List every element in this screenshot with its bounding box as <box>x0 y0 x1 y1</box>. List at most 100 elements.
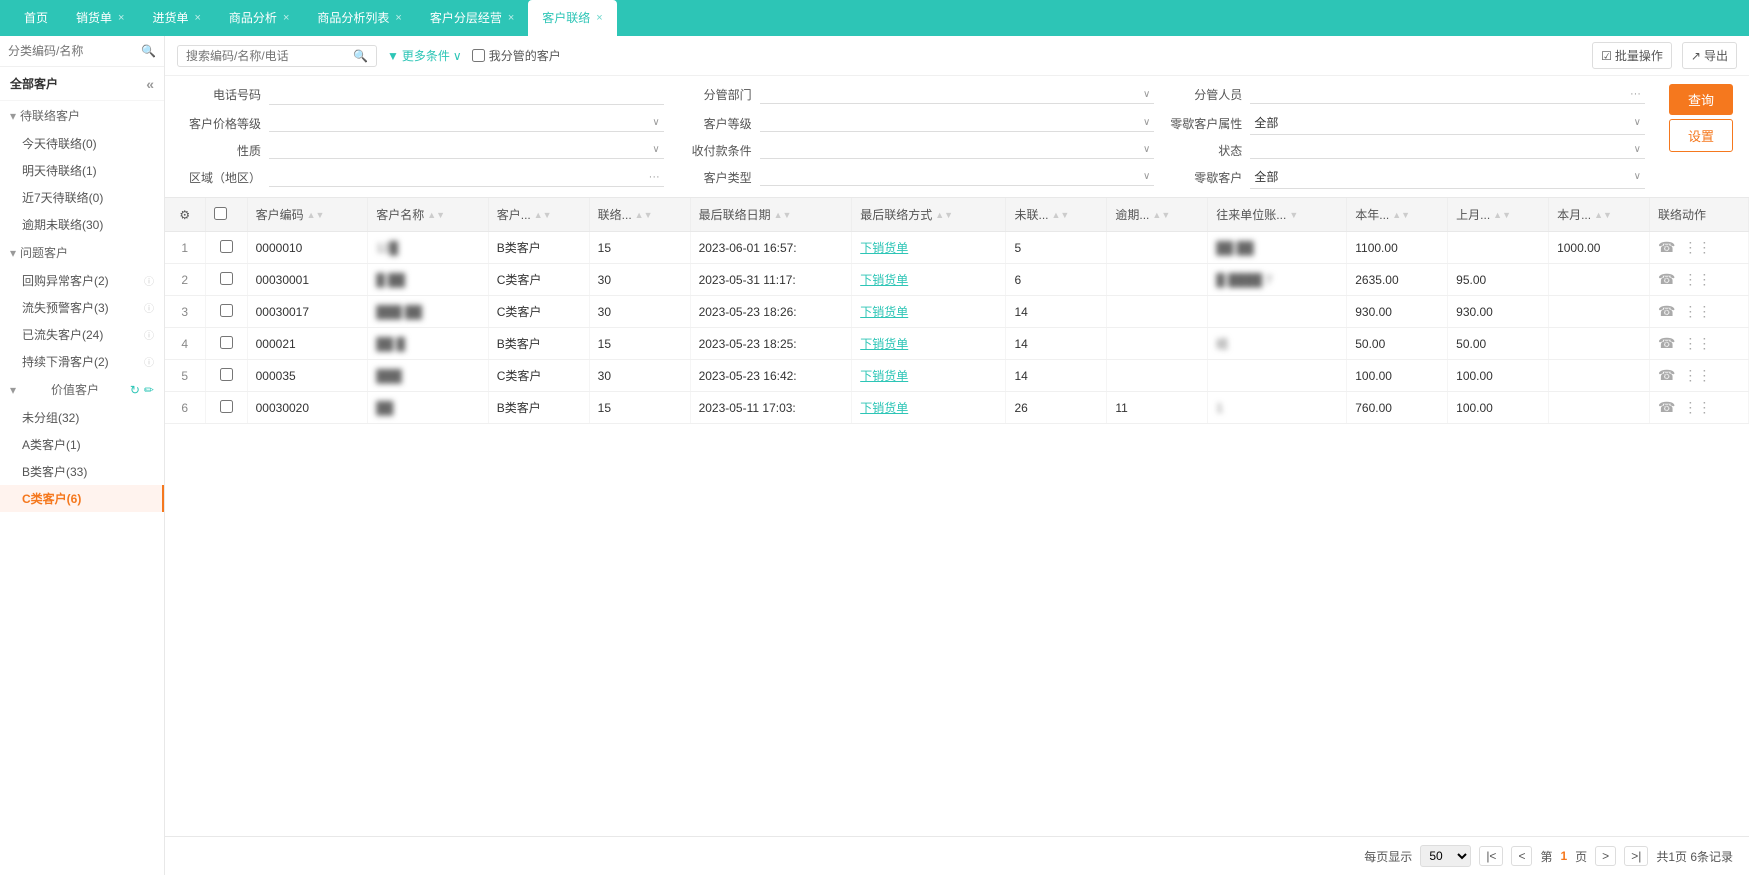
col-last-contact-date[interactable]: 最后联络日期 ▲▼ <box>690 198 852 232</box>
my-customers-wrap[interactable]: 我分管的客户 <box>472 47 561 64</box>
row-checkbox[interactable] <box>220 336 233 349</box>
col-historical[interactable]: 往来单位账... ▼ <box>1208 198 1347 232</box>
close-icon[interactable]: × <box>596 0 602 36</box>
sidebar-item-tomorrow-contact[interactable]: 明天待联络(1) <box>0 157 164 184</box>
more-action-icon[interactable]: ⋮⋮ <box>1683 239 1711 256</box>
nature-select[interactable]: ∨ <box>269 141 664 159</box>
contact-icon[interactable]: ☎ <box>1658 399 1675 416</box>
sidebar-item-class-c[interactable]: C类客户(6) <box>0 485 164 512</box>
contact-icon[interactable]: ☎ <box>1658 271 1675 288</box>
sidebar-item-class-a[interactable]: A类客户(1) <box>0 431 164 458</box>
sidebar-item-week-contact[interactable]: 近7天待联络(0) <box>0 184 164 211</box>
prev-page-btn[interactable]: < <box>1511 846 1532 866</box>
nav-sales-order[interactable]: 销货单 × <box>62 0 138 36</box>
retail-attr-select[interactable]: 全部 ∨ <box>1250 111 1645 135</box>
status-select[interactable]: ∨ <box>1250 141 1645 159</box>
col-settings[interactable]: ⚙ <box>165 198 205 232</box>
last-contact-method[interactable]: 下销货单 <box>852 264 1006 296</box>
contact-icon[interactable]: ☎ <box>1658 239 1675 256</box>
more-icon[interactable]: ··· <box>1630 88 1641 100</box>
settings-icon[interactable]: ⚙ <box>179 208 190 222</box>
sidebar-search-input[interactable] <box>8 44 141 58</box>
row-checkbox[interactable] <box>220 400 233 413</box>
last-contact-method[interactable]: 下销货单 <box>852 296 1006 328</box>
col-contact[interactable]: 联络... ▲▼ <box>589 198 690 232</box>
last-contact-method[interactable]: 下销货单 <box>852 232 1006 264</box>
payment-select[interactable]: ∨ <box>760 141 1155 159</box>
sidebar-item-today-contact[interactable]: 今天待联络(0) <box>0 130 164 157</box>
col-last-month[interactable]: 上月... ▲▼ <box>1448 198 1549 232</box>
row-checkbox-cell[interactable] <box>205 264 247 296</box>
more-action-icon[interactable]: ⋮⋮ <box>1683 271 1711 288</box>
group-value-customers[interactable]: 价值客户 ↻ ✏ <box>0 375 164 404</box>
close-icon[interactable]: × <box>508 0 514 36</box>
more-action-icon[interactable]: ⋮⋮ <box>1683 367 1711 384</box>
sidebar-item-class-b[interactable]: B类客户(33) <box>0 458 164 485</box>
retail-customer-select[interactable]: 全部 ∨ <box>1250 165 1645 189</box>
row-checkbox-cell[interactable] <box>205 360 247 392</box>
col-uncontacted[interactable]: 未联... ▲▼ <box>1006 198 1107 232</box>
select-all-checkbox[interactable] <box>214 207 227 220</box>
last-contact-method[interactable]: 下销货单 <box>852 328 1006 360</box>
row-checkbox-cell[interactable] <box>205 392 247 424</box>
nav-product-analysis[interactable]: 商品分析 × <box>215 0 303 36</box>
row-checkbox-cell[interactable] <box>205 232 247 264</box>
col-current-year[interactable]: 本年... ▲▼ <box>1347 198 1448 232</box>
row-checkbox[interactable] <box>220 368 233 381</box>
row-checkbox-cell[interactable] <box>205 296 247 328</box>
last-contact-method[interactable]: 下销货单 <box>852 360 1006 392</box>
nav-purchase-order[interactable]: 进货单 × <box>138 0 214 36</box>
col-name[interactable]: 客户名称 ▲▼ <box>368 198 489 232</box>
nav-customer-contact[interactable]: 客户联络 × <box>528 0 616 36</box>
set-button[interactable]: 设置 <box>1669 119 1733 152</box>
sidebar-item-repurchase-anomaly[interactable]: 回购异常客户(2) ⓘ <box>0 267 164 294</box>
sidebar-item-ungrouped[interactable]: 未分组(32) <box>0 404 164 431</box>
customer-type-select[interactable]: ∨ <box>760 168 1155 186</box>
export-btn[interactable]: ↗ 导出 <box>1682 42 1737 69</box>
next-page-btn[interactable]: > <box>1595 846 1616 866</box>
more-action-icon[interactable]: ⋮⋮ <box>1683 335 1711 352</box>
contact-icon[interactable]: ☎ <box>1658 335 1675 352</box>
customer-level-select[interactable]: ∨ <box>760 114 1155 132</box>
contact-icon[interactable]: ☎ <box>1658 303 1675 320</box>
row-checkbox[interactable] <box>220 304 233 317</box>
sidebar-item-overdue-contact[interactable]: 逾期未联络(30) <box>0 211 164 238</box>
last-contact-method[interactable]: 下销货单 <box>852 392 1006 424</box>
edit-icon[interactable]: ✏ <box>144 383 154 397</box>
sidebar-item-churn-warning[interactable]: 流失预警客户(3) ⓘ <box>0 294 164 321</box>
batch-action-btn[interactable]: ☑ 批量操作 <box>1592 42 1672 69</box>
all-customers-section[interactable]: 全部客户 « <box>0 67 164 101</box>
row-checkbox[interactable] <box>220 272 233 285</box>
phone-input[interactable] <box>269 84 664 105</box>
refresh-icon[interactable]: ↻ <box>130 383 140 397</box>
group-pending-contact[interactable]: 待联络客户 <box>0 101 164 130</box>
sidebar-item-churned[interactable]: 已流失客户(24) ⓘ <box>0 321 164 348</box>
query-button[interactable]: 查询 <box>1669 84 1733 115</box>
last-page-btn[interactable]: >| <box>1624 846 1648 866</box>
more-conditions-btn[interactable]: ▼ 更多条件 ∨ <box>387 47 462 64</box>
col-last-contact-method[interactable]: 最后联络方式 ▲▼ <box>852 198 1006 232</box>
close-icon[interactable]: × <box>395 0 401 36</box>
dept-select[interactable]: ∨ <box>760 86 1155 104</box>
region-select[interactable]: ··· <box>269 168 664 187</box>
page-size-select[interactable]: 50 100 <box>1420 845 1471 867</box>
my-customers-checkbox[interactable] <box>472 49 485 62</box>
price-level-select[interactable]: ∨ <box>269 114 664 132</box>
group-problem-customers[interactable]: 问题客户 <box>0 238 164 267</box>
nav-product-analysis-list[interactable]: 商品分析列表 × <box>303 0 415 36</box>
more-action-icon[interactable]: ⋮⋮ <box>1683 303 1711 320</box>
close-icon[interactable]: × <box>194 0 200 36</box>
search-icon[interactable]: 🔍 <box>141 44 156 58</box>
col-code[interactable]: 客户编码 ▲▼ <box>247 198 368 232</box>
person-select[interactable]: ··· <box>1250 85 1645 104</box>
search-input[interactable] <box>186 49 353 63</box>
close-icon[interactable]: × <box>118 0 124 36</box>
sidebar-item-declining[interactable]: 持续下滑客户(2) ⓘ <box>0 348 164 375</box>
contact-icon[interactable]: ☎ <box>1658 367 1675 384</box>
first-page-btn[interactable]: |< <box>1479 846 1503 866</box>
row-checkbox-cell[interactable] <box>205 328 247 360</box>
col-checkbox[interactable] <box>205 198 247 232</box>
col-type[interactable]: 客户... ▲▼ <box>488 198 589 232</box>
nav-customer-segmentation[interactable]: 客户分层经营 × <box>416 0 528 36</box>
col-overdue[interactable]: 逾期... ▲▼ <box>1107 198 1208 232</box>
